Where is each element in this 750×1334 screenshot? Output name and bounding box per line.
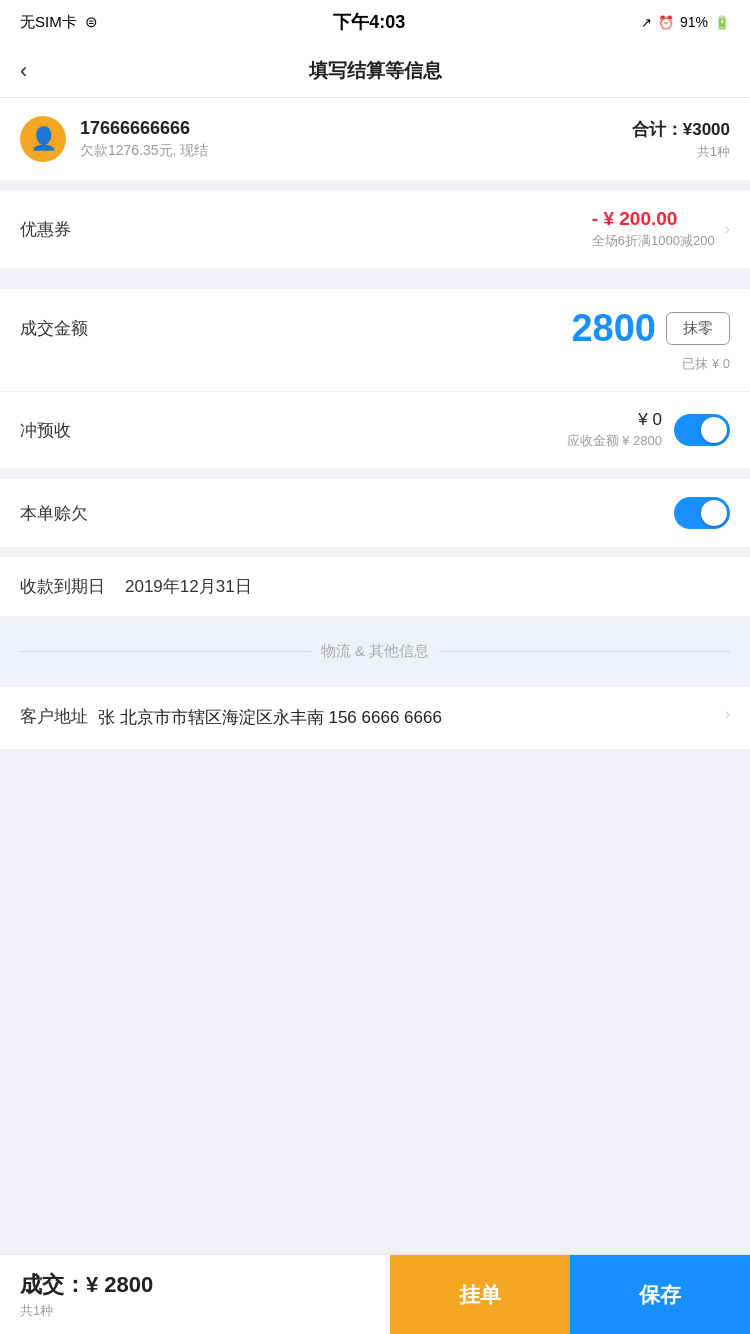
- customer-details: 17666666666 欠款1276.35元, 现结: [80, 118, 208, 160]
- coupon-label: 优惠券: [20, 218, 71, 241]
- time-display: 下午4:03: [333, 10, 405, 34]
- amount-label: 成交金额: [20, 317, 88, 340]
- amount-row: 成交金额 2800 抹零: [20, 307, 730, 350]
- due-date-label: 收款到期日: [20, 575, 105, 598]
- status-right: ↗ ⏰ 91% 🔋: [641, 14, 730, 30]
- amount-right: 2800 抹零: [571, 307, 730, 350]
- amount-sub-row: 已抹 ¥ 0: [20, 354, 730, 373]
- coupon-description: 全场6折满1000减200: [592, 232, 715, 250]
- address-value: 张 北京市市辖区海淀区永丰南 156 6666 6666: [98, 705, 715, 731]
- bottom-count: 共1种: [20, 1302, 370, 1320]
- battery-text: 91%: [680, 14, 708, 30]
- deferred-row: 本单赊欠: [0, 478, 750, 547]
- prepay-right: ¥ 0 应收金额 ¥ 2800: [567, 410, 730, 450]
- amount-erased: 已抹 ¥ 0: [682, 356, 730, 371]
- coupon-row[interactable]: 优惠券 - ¥ 200.00 全场6折满1000减200 ›: [0, 190, 750, 269]
- coupon-info: - ¥ 200.00 全场6折满1000减200: [592, 208, 715, 250]
- nav-bar: ‹ 填写结算等信息: [0, 44, 750, 98]
- customer-total: 合计：¥3000 共1种: [632, 118, 730, 161]
- prepay-value: ¥ 0: [567, 410, 662, 430]
- address-chevron-icon: ›: [725, 705, 730, 723]
- header-line-left: [20, 651, 311, 652]
- page-title: 填写结算等信息: [309, 58, 442, 84]
- bottom-amount-display: 成交：¥ 2800: [20, 1270, 370, 1300]
- prepay-toggle[interactable]: [674, 414, 730, 446]
- coupon-right: - ¥ 200.00 全场6折满1000减200 ›: [592, 208, 730, 250]
- customer-info-left: 👤 17666666666 欠款1276.35元, 现结: [20, 116, 208, 162]
- total-count: 共1种: [632, 143, 730, 161]
- customer-subtitle: 欠款1276.35元, 现结: [80, 142, 208, 160]
- address-label: 客户地址: [20, 705, 88, 728]
- customer-phone: 17666666666: [80, 118, 208, 139]
- amount-value: 2800: [571, 307, 656, 350]
- amount-section: 成交金额 2800 抹零 已抹 ¥ 0: [0, 289, 750, 391]
- header-line-right: [439, 651, 730, 652]
- prepay-values: ¥ 0 应收金额 ¥ 2800: [567, 410, 662, 450]
- bottom-amount-value: ¥ 2800: [86, 1272, 153, 1297]
- hang-button[interactable]: 挂单: [390, 1255, 570, 1335]
- location-icon: ↗: [641, 15, 652, 30]
- round-button[interactable]: 抹零: [666, 312, 730, 345]
- customer-card: 👤 17666666666 欠款1276.35元, 现结 合计：¥3000 共1…: [0, 98, 750, 180]
- deferred-toggle[interactable]: [674, 497, 730, 529]
- battery-icon: 🔋: [714, 15, 730, 30]
- avatar-icon: 👤: [30, 126, 57, 152]
- back-button[interactable]: ‹: [20, 58, 27, 84]
- carrier-text: 无SIM卡: [20, 13, 77, 32]
- prepay-row: 冲预收 ¥ 0 应收金额 ¥ 2800: [0, 391, 750, 468]
- bottom-spacer: [0, 749, 750, 839]
- prepay-sub: 应收金额 ¥ 2800: [567, 432, 662, 450]
- due-date-row: 收款到期日 2019年12月31日: [0, 557, 750, 616]
- save-button[interactable]: 保存: [570, 1255, 750, 1335]
- divider-2: [0, 468, 750, 478]
- bottom-amount-label: 成交：: [20, 1272, 86, 1297]
- status-bar: 无SIM卡 ⊜ 下午4:03 ↗ ⏰ 91% 🔋: [0, 0, 750, 44]
- divider-1: [0, 269, 750, 279]
- coupon-value: - ¥ 200.00: [592, 208, 715, 230]
- total-amount: 合计：¥3000: [632, 118, 730, 141]
- logistics-section-header: 物流 & 其他信息: [0, 626, 750, 677]
- address-row[interactable]: 客户地址 张 北京市市辖区海淀区永丰南 156 6666 6666 ›: [0, 687, 750, 749]
- avatar: 👤: [20, 116, 66, 162]
- due-date-value: 2019年12月31日: [125, 575, 252, 598]
- bottom-summary: 成交：¥ 2800 共1种: [0, 1270, 390, 1320]
- save-button-label: 保存: [639, 1281, 681, 1309]
- deferred-label: 本单赊欠: [20, 502, 88, 525]
- logistics-label: 物流 & 其他信息: [321, 642, 429, 661]
- alarm-icon: ⏰: [658, 15, 674, 30]
- hang-button-label: 挂单: [459, 1281, 501, 1309]
- bottom-bar: 成交：¥ 2800 共1种 挂单 保存: [0, 1254, 750, 1334]
- wifi-icon: ⊜: [85, 13, 98, 31]
- deferred-toggle-knob: [701, 500, 727, 526]
- toggle-knob: [701, 417, 727, 443]
- status-left: 无SIM卡 ⊜: [20, 13, 98, 32]
- coupon-chevron-icon: ›: [725, 220, 730, 238]
- prepay-label: 冲预收: [20, 419, 71, 442]
